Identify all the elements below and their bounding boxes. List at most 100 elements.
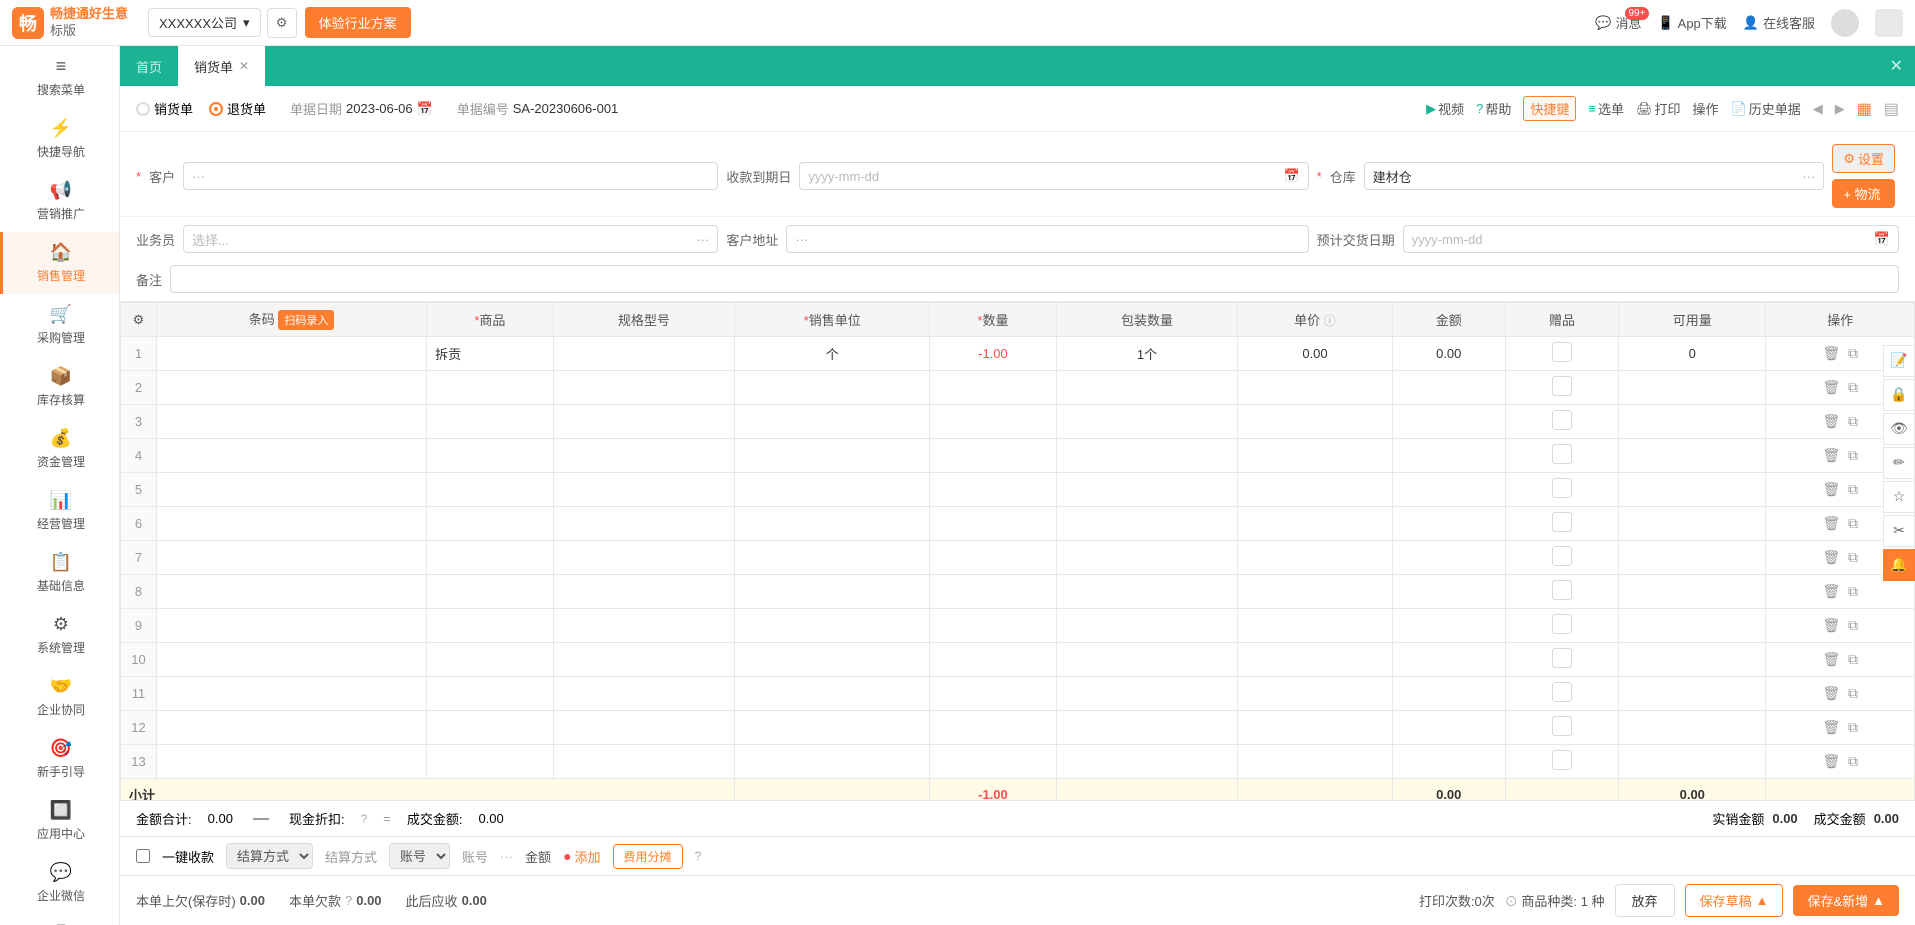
float-btn-3[interactable]: 👁: [1883, 413, 1915, 445]
prev-btn[interactable]: ◀: [1813, 101, 1823, 117]
cell-pkg[interactable]: [1056, 439, 1238, 473]
delete-row-button[interactable]: 🗑: [1823, 481, 1841, 497]
copy-row-button[interactable]: ⧉: [1848, 583, 1858, 599]
settings-btn[interactable]: ⚙ 设置: [1832, 144, 1895, 173]
cell-amount[interactable]: [1392, 643, 1505, 677]
cell-product[interactable]: [427, 507, 554, 541]
cell-spec[interactable]: [553, 575, 735, 609]
copy-row-button[interactable]: ⧉: [1848, 549, 1858, 565]
copy-row-button[interactable]: ⧉: [1848, 481, 1858, 497]
scan-button[interactable]: 扫码录入: [278, 310, 334, 330]
cell-spec[interactable]: [553, 439, 735, 473]
cell-price[interactable]: [1238, 541, 1392, 575]
cell-pkg[interactable]: [1056, 609, 1238, 643]
cell-price[interactable]: 0.00: [1238, 337, 1392, 371]
cell-gift[interactable]: [1505, 609, 1618, 643]
cell-barcode[interactable]: [157, 609, 427, 643]
cell-amount[interactable]: [1392, 745, 1505, 779]
copy-row-button[interactable]: ⧉: [1848, 345, 1858, 361]
cell-qty[interactable]: [930, 507, 1057, 541]
cell-unit[interactable]: [735, 541, 930, 575]
copy-row-button[interactable]: ⧉: [1848, 685, 1858, 701]
copy-row-button[interactable]: ⧉: [1848, 753, 1858, 769]
cell-gift[interactable]: [1505, 643, 1618, 677]
cell-qty[interactable]: [930, 473, 1057, 507]
delete-row-button[interactable]: 🗑: [1823, 651, 1841, 667]
cell-product[interactable]: [427, 677, 554, 711]
sidebar-item-operations[interactable]: 📊 经营管理: [0, 480, 119, 542]
shortcut-btn[interactable]: 快捷键: [1523, 96, 1576, 121]
cell-qty[interactable]: [930, 439, 1057, 473]
cell-pkg[interactable]: [1056, 677, 1238, 711]
cell-qty[interactable]: [930, 745, 1057, 779]
operation-btn[interactable]: 操作: [1693, 99, 1719, 118]
expenses-split-button[interactable]: 费用分摊: [613, 844, 683, 869]
form-date-field[interactable]: 单据日期 2023-06-06 📅: [290, 99, 433, 118]
tab-home[interactable]: 首页: [120, 46, 178, 86]
cell-amount[interactable]: [1392, 677, 1505, 711]
float-btn-1[interactable]: 📝: [1883, 345, 1915, 377]
cell-product[interactable]: [427, 643, 554, 677]
cell-spec[interactable]: [553, 643, 735, 677]
cell-product[interactable]: [427, 711, 554, 745]
cell-amount[interactable]: [1392, 609, 1505, 643]
cell-qty[interactable]: [930, 609, 1057, 643]
cell-amount[interactable]: [1392, 575, 1505, 609]
history-btn[interactable]: 📄 历史单据: [1731, 99, 1801, 118]
cell-gift[interactable]: [1505, 405, 1618, 439]
cell-price[interactable]: [1238, 405, 1392, 439]
select-order-btn[interactable]: ≡ 选单: [1588, 99, 1624, 118]
cell-price[interactable]: [1238, 507, 1392, 541]
float-btn-7[interactable]: 🔔: [1883, 549, 1915, 581]
cell-product[interactable]: [427, 575, 554, 609]
grid-view-btn[interactable]: ▦: [1857, 99, 1872, 119]
gift-checkbox[interactable]: [1552, 342, 1572, 362]
cell-price[interactable]: [1238, 473, 1392, 507]
cell-barcode[interactable]: [157, 745, 427, 779]
delete-row-button[interactable]: 🗑: [1823, 753, 1841, 769]
cell-qty[interactable]: [930, 711, 1057, 745]
cell-gift[interactable]: [1505, 711, 1618, 745]
cell-product[interactable]: [427, 541, 554, 575]
delete-row-button[interactable]: 🗑: [1823, 515, 1841, 531]
sidebar-item-marketing[interactable]: 📢 营销推广: [0, 170, 119, 232]
gift-checkbox[interactable]: [1552, 478, 1572, 498]
cell-qty[interactable]: [930, 677, 1057, 711]
sidebar-item-wechat[interactable]: 💬 企业微信: [0, 852, 119, 914]
avatar[interactable]: [1831, 9, 1859, 37]
cell-product[interactable]: [427, 371, 554, 405]
gift-checkbox[interactable]: [1552, 716, 1572, 736]
cell-gift[interactable]: [1505, 507, 1618, 541]
cell-gift[interactable]: [1505, 745, 1618, 779]
cell-barcode[interactable]: [157, 575, 427, 609]
gift-checkbox[interactable]: [1552, 376, 1572, 396]
cell-unit[interactable]: [735, 507, 930, 541]
sidebar-item-sales[interactable]: 🏠 销售管理: [0, 232, 119, 294]
col-settings[interactable]: ⚙: [121, 303, 157, 337]
sidebar-item-system[interactable]: ⚙ 系统管理: [0, 604, 119, 666]
cell-barcode[interactable]: [157, 507, 427, 541]
float-btn-2[interactable]: 🔒: [1883, 379, 1915, 411]
sidebar-item-member[interactable]: 🎖 畅会员: [0, 914, 119, 925]
cell-pkg[interactable]: [1056, 745, 1238, 779]
cell-qty[interactable]: -1.00: [930, 337, 1057, 371]
gift-checkbox[interactable]: [1552, 410, 1572, 430]
cell-amount[interactable]: [1392, 439, 1505, 473]
cell-pkg[interactable]: [1056, 507, 1238, 541]
cell-product[interactable]: [427, 473, 554, 507]
online-service-button[interactable]: 👤 在线客服: [1743, 13, 1815, 32]
cell-spec[interactable]: [553, 337, 735, 371]
cell-pkg[interactable]: [1056, 473, 1238, 507]
cell-price[interactable]: [1238, 643, 1392, 677]
gift-checkbox[interactable]: [1552, 580, 1572, 600]
cell-amount[interactable]: [1392, 371, 1505, 405]
cell-barcode[interactable]: [157, 541, 427, 575]
gift-checkbox[interactable]: [1552, 648, 1572, 668]
app-download-button[interactable]: 📱 App下载: [1657, 13, 1726, 32]
close-tab-icon[interactable]: ✕: [239, 59, 249, 73]
cell-product[interactable]: [427, 609, 554, 643]
copy-row-button[interactable]: ⧉: [1848, 719, 1858, 735]
cell-gift[interactable]: [1505, 677, 1618, 711]
salesperson-input[interactable]: 选择... ···: [183, 225, 718, 253]
sidebar-item-basic[interactable]: 📋 基础信息: [0, 542, 119, 604]
